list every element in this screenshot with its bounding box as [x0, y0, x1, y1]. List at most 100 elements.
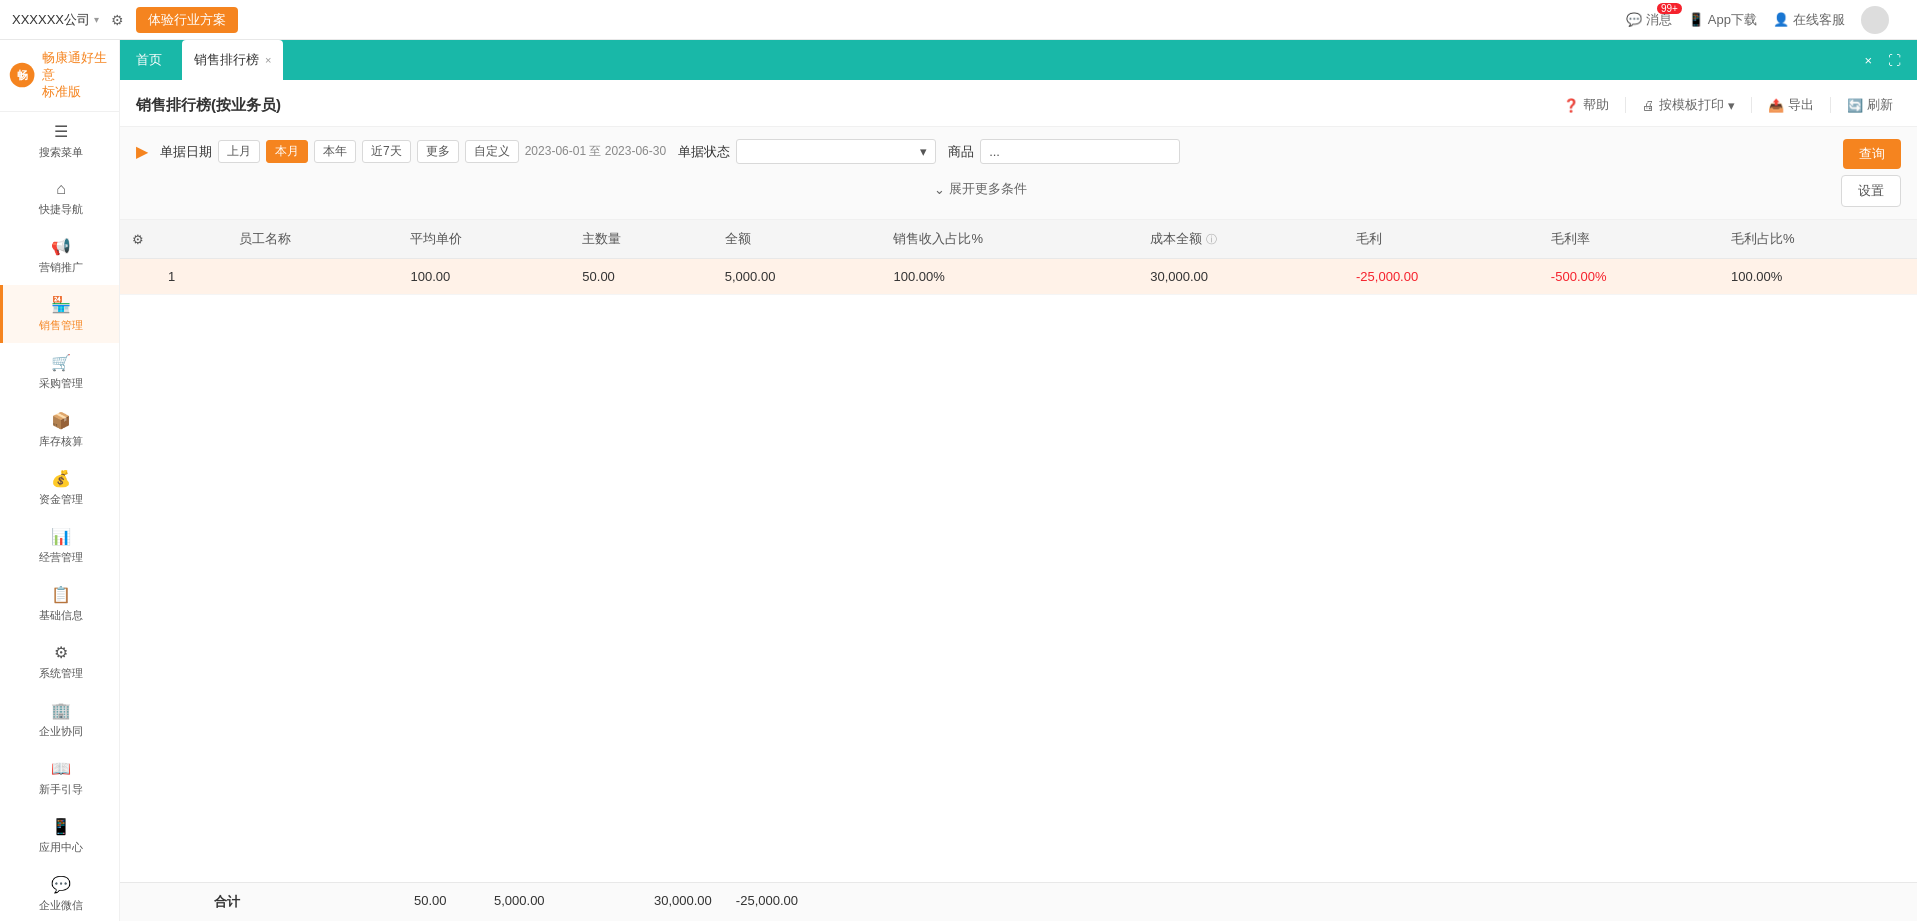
- basic-info-icon: 📋: [51, 585, 71, 604]
- enterprise-icon: 🏢: [51, 701, 71, 720]
- col-main-qty: 主数量: [570, 220, 712, 259]
- tab-home[interactable]: 首页: [120, 40, 178, 80]
- cell-gross-rate: -500.00%: [1539, 259, 1719, 295]
- col-gross-profit: 毛利: [1344, 220, 1539, 259]
- footer-cost-amount: 30,000.00: [642, 893, 724, 911]
- cell-gross-pct: 100.00%: [1719, 259, 1917, 295]
- more-conditions-toggle[interactable]: ⌄ 展开更多条件: [136, 172, 1825, 206]
- tab-bar-right: × ⛶: [1860, 49, 1917, 72]
- sidebar-label-wechat: 企业微信: [39, 898, 83, 913]
- col-gross-rate: 毛利率: [1539, 220, 1719, 259]
- finance-icon: 💰: [51, 469, 71, 488]
- notification-badge: 99+: [1657, 3, 1682, 14]
- tab-sales-rank[interactable]: 销售排行榜 ×: [182, 40, 283, 80]
- system-icon: ⚙: [54, 643, 68, 662]
- window-expand-icon[interactable]: ⛶: [1884, 49, 1905, 72]
- date-buttons: 上月 本月 本年 近7天 更多 自定义: [218, 140, 519, 163]
- col-cost-amount: 成本全额 ⓘ: [1138, 220, 1344, 259]
- refresh-icon: 🔄: [1847, 98, 1863, 113]
- col-rank: [156, 220, 227, 259]
- avatar[interactable]: [1861, 6, 1889, 34]
- footer-gross-profit: -25,000.00: [724, 893, 810, 911]
- quick-nav-icon: ⌂: [56, 180, 66, 198]
- settings-icon[interactable]: ⚙: [107, 8, 128, 32]
- divider2: [1751, 97, 1752, 113]
- cell-cost-amount: 30,000.00: [1138, 259, 1344, 295]
- service-icon: 👤: [1773, 12, 1789, 27]
- chevron-down-icon2: ⌄: [934, 182, 945, 197]
- sidebar-item-basic-info[interactable]: 📋 基础信息: [0, 575, 119, 633]
- query-area: 查询 设置: [1841, 139, 1901, 207]
- sidebar-label-app-center: 应用中心: [39, 840, 83, 855]
- filter-row-1: ▶ 单据日期 上月 本月 本年 近7天 更多 自定义: [136, 139, 1825, 164]
- tab-close-icon[interactable]: ×: [265, 54, 271, 66]
- sidebar-logo: 畅 畅康通好生意 标准版: [0, 40, 119, 112]
- help-icon: ❓: [1563, 98, 1579, 113]
- sidebar-label-finance: 资金管理: [39, 492, 83, 507]
- table-body: 1100.0050.005,000.00100.00%30,000.00-25,…: [120, 259, 1917, 295]
- sidebar-item-quick-nav[interactable]: ⌂ 快捷导航: [0, 170, 119, 227]
- sidebar-item-operations[interactable]: 📊 经营管理: [0, 517, 119, 575]
- marketing-icon: 📢: [51, 237, 71, 256]
- footer-amount: 5,000.00: [482, 893, 562, 911]
- sidebar-item-sales[interactable]: 🏪 销售管理: [0, 285, 119, 343]
- sidebar-item-wechat[interactable]: 💬 企业微信: [0, 865, 119, 921]
- filter-area: ▶ 单据日期 上月 本月 本年 近7天 更多 自定义: [120, 127, 1917, 220]
- date-btn-more[interactable]: 更多: [417, 140, 459, 163]
- date-btn-last-month[interactable]: 上月: [218, 140, 260, 163]
- date-btn-custom[interactable]: 自定义: [465, 140, 519, 163]
- sidebar-item-marketing[interactable]: 📢 营销推广: [0, 227, 119, 285]
- settings-button[interactable]: 设置: [1841, 175, 1901, 207]
- cell-employee: [227, 259, 399, 295]
- sidebar-item-enterprise[interactable]: 🏢 企业协同: [0, 691, 119, 749]
- sidebar-item-purchase[interactable]: 🛒 采购管理: [0, 343, 119, 401]
- refresh-button[interactable]: 🔄 刷新: [1839, 92, 1901, 118]
- sidebar-item-system[interactable]: ⚙ 系统管理: [0, 633, 119, 691]
- operations-icon: 📊: [51, 527, 71, 546]
- query-button[interactable]: 查询: [1843, 139, 1901, 169]
- trial-button[interactable]: 体验行业方案: [136, 7, 238, 33]
- sidebar-item-finance[interactable]: 💰 资金管理: [0, 459, 119, 517]
- sidebar-item-guide[interactable]: 📖 新手引导: [0, 749, 119, 807]
- message-button[interactable]: 💬 消息 99+: [1626, 11, 1672, 29]
- sidebar-item-inventory[interactable]: 📦 库存核算: [0, 401, 119, 459]
- inventory-icon: 📦: [51, 411, 71, 430]
- goods-input[interactable]: ...: [980, 139, 1180, 164]
- date-btn-7days[interactable]: 近7天: [362, 140, 411, 163]
- footer-avg-price: [322, 893, 402, 911]
- filter-expand-icon[interactable]: ▶: [136, 142, 148, 161]
- cell-gross-profit: -25,000.00: [1344, 259, 1539, 295]
- sidebar-item-app-center[interactable]: 📱 应用中心: [0, 807, 119, 865]
- goods-filter-group: 商品 ...: [948, 139, 1180, 164]
- divider: [1625, 97, 1626, 113]
- sidebar-label-purchase: 采购管理: [39, 376, 83, 391]
- print-icon: 🖨: [1642, 98, 1655, 113]
- filter-main-row: ▶ 单据日期 上月 本月 本年 近7天 更多 自定义: [136, 139, 1901, 207]
- purchase-icon: 🛒: [51, 353, 71, 372]
- window-close-icon[interactable]: ×: [1860, 49, 1876, 72]
- date-range-text: 2023-06-01 至 2023-06-30: [525, 143, 666, 160]
- cell-main-qty: 50.00: [570, 259, 712, 295]
- logo-icon: 畅: [8, 59, 36, 91]
- status-select[interactable]: ▾: [736, 139, 936, 164]
- company-selector[interactable]: XXXXXX公司 ▾: [12, 11, 99, 29]
- cost-info-icon[interactable]: ⓘ: [1206, 232, 1217, 247]
- sidebar-label-quick-nav: 快捷导航: [39, 202, 83, 217]
- top-right-area: 💬 消息 99+ 📱 App下载 👤 在线客服: [1626, 6, 1905, 34]
- sidebar-label-inventory: 库存核算: [39, 434, 83, 449]
- help-button[interactable]: ❓ 帮助: [1555, 92, 1617, 118]
- col-settings[interactable]: ⚙: [120, 220, 156, 259]
- print-button[interactable]: 🖨 按模板打印 ▾: [1634, 92, 1743, 118]
- export-button[interactable]: 📤 导出: [1760, 92, 1822, 118]
- app-icon: 📱: [1688, 12, 1704, 27]
- status-select-chevron: ▾: [920, 144, 927, 159]
- sidebar-label-operations: 经营管理: [39, 550, 83, 565]
- service-label: 在线客服: [1793, 11, 1845, 29]
- sidebar-item-search-order[interactable]: ☰ 搜索菜单: [0, 112, 119, 170]
- app-download-button[interactable]: 📱 App下载: [1688, 11, 1757, 29]
- footer-sales-pct: [562, 893, 642, 911]
- chevron-down-icon: ▾: [94, 14, 99, 25]
- date-btn-this-year[interactable]: 本年: [314, 140, 356, 163]
- date-btn-this-month[interactable]: 本月: [266, 140, 308, 163]
- online-service-button[interactable]: 👤 在线客服: [1773, 11, 1845, 29]
